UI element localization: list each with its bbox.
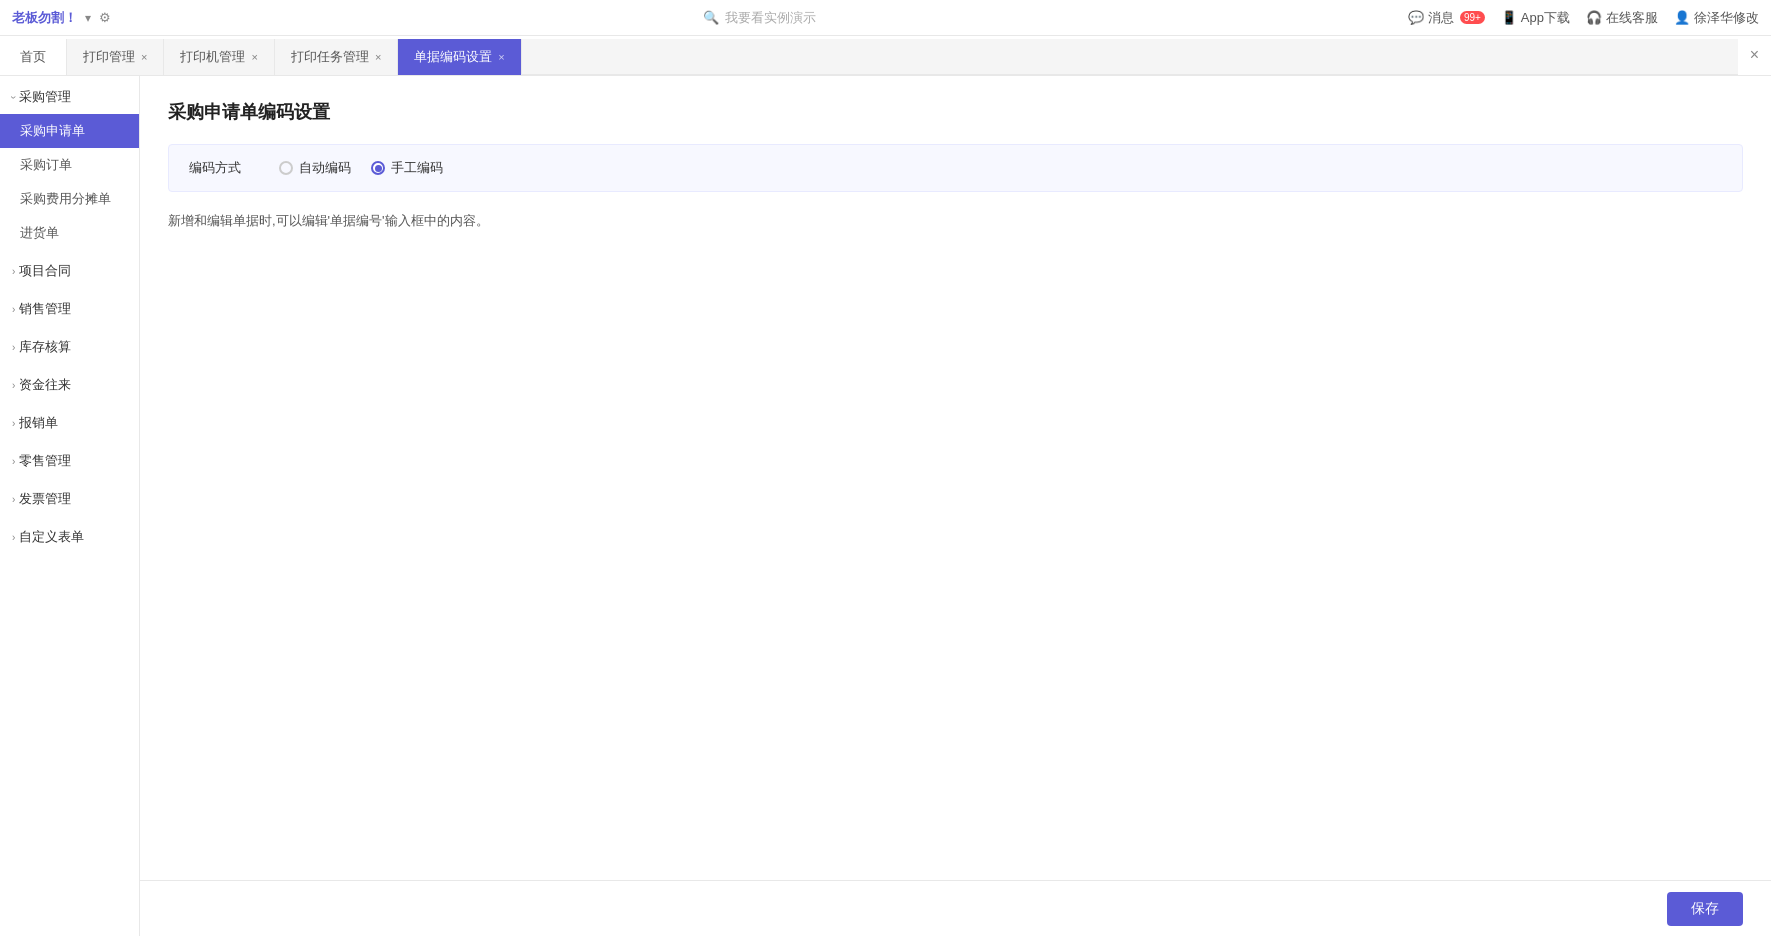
radio-manual-circle	[371, 161, 385, 175]
top-bar: 老板勿割！ ⚙ 🔍 我要看实例演示 💬 消息 99+ 📱 App下载 🎧 在线客…	[0, 0, 1771, 36]
user-button[interactable]: 👤 徐泽华修改	[1674, 9, 1759, 27]
app-download-icon: 📱	[1501, 10, 1517, 25]
sidebar-group-purchase-label: 采购管理	[19, 88, 71, 106]
tab-print-task[interactable]: 打印任务管理 ×	[275, 39, 398, 75]
sidebar-group-purchase: › 采购管理 采购申请单 采购订单 采购费用分摊单 进货单	[0, 80, 139, 250]
sidebar-group-returns-header[interactable]: › 报销单	[0, 406, 139, 440]
tab-print-mgmt[interactable]: 打印管理 ×	[67, 39, 164, 75]
sidebar-group-retail: › 零售管理	[0, 444, 139, 478]
sidebar-group-returns: › 报销单	[0, 406, 139, 440]
user-avatar-icon: 👤	[1674, 10, 1690, 25]
sidebar-group-invoice-header[interactable]: › 发票管理	[0, 482, 139, 516]
content-footer: 保存	[140, 880, 1771, 936]
sidebar-group-sales: › 销售管理	[0, 292, 139, 326]
message-label: 消息	[1428, 9, 1454, 27]
sidebar-group-project-header[interactable]: › 项目合同	[0, 254, 139, 288]
sidebar-group-fund-label: 资金往来	[19, 376, 71, 394]
tab-close-all-icon[interactable]: ×	[1750, 46, 1759, 64]
tab-home[interactable]: 首页	[0, 39, 67, 75]
sidebar-item-purchase-expense[interactable]: 采购费用分摊单	[0, 182, 139, 216]
sidebar-item-purchase-request-label: 采购申请单	[20, 123, 85, 138]
sidebar-item-purchase-order-label: 采购订单	[20, 157, 72, 172]
top-bar-right: 💬 消息 99+ 📱 App下载 🎧 在线客服 👤 徐泽华修改	[1408, 9, 1759, 27]
tab-print-mgmt-label: 打印管理	[83, 48, 135, 66]
search-icon: 🔍	[703, 10, 719, 25]
radio-manual-label: 手工编码	[391, 159, 443, 177]
tab-print-mgmt-close[interactable]: ×	[141, 51, 147, 63]
chevron-right-icon-8: ›	[12, 532, 15, 543]
tab-printer-mgmt-close[interactable]: ×	[251, 51, 257, 63]
sidebar-item-purchase-request[interactable]: 采购申请单	[0, 114, 139, 148]
online-service-label: 在线客服	[1606, 9, 1658, 27]
content-area: 采购申请单编码设置 编码方式 自动编码 手工编码	[140, 76, 1771, 936]
app-download-button[interactable]: 📱 App下载	[1501, 9, 1570, 27]
sidebar-group-inventory-header[interactable]: › 库存核算	[0, 330, 139, 364]
encoding-section: 编码方式 自动编码 手工编码	[168, 144, 1743, 192]
chevron-down-icon: ›	[8, 95, 19, 98]
message-badge: 99+	[1460, 11, 1485, 24]
sidebar-group-sales-label: 销售管理	[19, 300, 71, 318]
tab-printer-mgmt[interactable]: 打印机管理 ×	[164, 39, 274, 75]
tab-printer-mgmt-label: 打印机管理	[180, 48, 245, 66]
sidebar-group-project-label: 项目合同	[19, 262, 71, 280]
main-layout: › 采购管理 采购申请单 采购订单 采购费用分摊单 进货单 › 项目合同	[0, 76, 1771, 936]
sidebar-group-custom-form-label: 自定义表单	[19, 528, 84, 546]
tab-bar: 首页 打印管理 × 打印机管理 × 打印任务管理 × 单据编码设置 × ×	[0, 36, 1771, 76]
chevron-right-icon-3: ›	[12, 342, 15, 353]
sidebar-group-custom-form: › 自定义表单	[0, 520, 139, 554]
radio-auto-label: 自动编码	[299, 159, 351, 177]
chevron-right-icon-4: ›	[12, 380, 15, 391]
sidebar-item-stock-in[interactable]: 进货单	[0, 216, 139, 250]
sidebar-group-purchase-header[interactable]: › 采购管理	[0, 80, 139, 114]
tab-print-task-close[interactable]: ×	[375, 51, 381, 63]
encoding-label: 编码方式	[189, 159, 249, 177]
tab-print-task-label: 打印任务管理	[291, 48, 369, 66]
tab-barcode-setting[interactable]: 单据编码设置 ×	[398, 39, 521, 75]
chevron-right-icon-2: ›	[12, 304, 15, 315]
online-service-button[interactable]: 🎧 在线客服	[1586, 9, 1658, 27]
search-placeholder-text: 我要看实例演示	[725, 9, 816, 27]
sidebar-group-inventory-label: 库存核算	[19, 338, 71, 356]
top-bar-search[interactable]: 🔍 我要看实例演示	[703, 9, 816, 27]
online-service-icon: 🎧	[1586, 10, 1602, 25]
chevron-right-icon: ›	[12, 266, 15, 277]
page-title: 采购申请单编码设置	[168, 100, 1743, 124]
radio-auto-encoding[interactable]: 自动编码	[279, 159, 351, 177]
dropdown-icon[interactable]	[85, 10, 91, 25]
sidebar: › 采购管理 采购申请单 采购订单 采购费用分摊单 进货单 › 项目合同	[0, 76, 140, 936]
app-logo[interactable]: 老板勿割！	[12, 9, 77, 27]
app-download-label: App下载	[1521, 9, 1570, 27]
top-bar-left: 老板勿割！ ⚙	[12, 9, 111, 27]
tab-barcode-setting-label: 单据编码设置	[414, 48, 492, 66]
sidebar-group-retail-label: 零售管理	[19, 452, 71, 470]
content-inner: 采购申请单编码设置 编码方式 自动编码 手工编码	[140, 76, 1771, 880]
tab-home-label: 首页	[20, 48, 46, 66]
message-icon: 💬	[1408, 10, 1424, 25]
sidebar-group-returns-label: 报销单	[19, 414, 58, 432]
sidebar-group-fund: › 资金往来	[0, 368, 139, 402]
chevron-right-icon-5: ›	[12, 418, 15, 429]
save-button[interactable]: 保存	[1667, 892, 1743, 926]
sidebar-item-purchase-expense-label: 采购费用分摊单	[20, 191, 111, 206]
radio-manual-encoding[interactable]: 手工编码	[371, 159, 443, 177]
sidebar-group-inventory: › 库存核算	[0, 330, 139, 364]
sidebar-group-invoice: › 发票管理	[0, 482, 139, 516]
sidebar-group-project: › 项目合同	[0, 254, 139, 288]
sidebar-group-custom-form-header[interactable]: › 自定义表单	[0, 520, 139, 554]
sidebar-group-sales-header[interactable]: › 销售管理	[0, 292, 139, 326]
settings-icon[interactable]: ⚙	[99, 10, 111, 25]
hint-text: 新增和编辑单据时,可以编辑'单据编号'输入框中的内容。	[168, 212, 1743, 230]
sidebar-group-fund-header[interactable]: › 资金往来	[0, 368, 139, 402]
encoding-radio-group: 自动编码 手工编码	[279, 159, 443, 177]
tab-barcode-setting-close[interactable]: ×	[498, 51, 504, 63]
chevron-right-icon-7: ›	[12, 494, 15, 505]
message-button[interactable]: 💬 消息 99+	[1408, 9, 1485, 27]
sidebar-group-retail-header[interactable]: › 零售管理	[0, 444, 139, 478]
user-name: 徐泽华修改	[1694, 9, 1759, 27]
chevron-right-icon-6: ›	[12, 456, 15, 467]
sidebar-group-invoice-label: 发票管理	[19, 490, 71, 508]
radio-auto-circle	[279, 161, 293, 175]
sidebar-item-purchase-order[interactable]: 采购订单	[0, 148, 139, 182]
sidebar-item-stock-in-label: 进货单	[20, 225, 59, 240]
